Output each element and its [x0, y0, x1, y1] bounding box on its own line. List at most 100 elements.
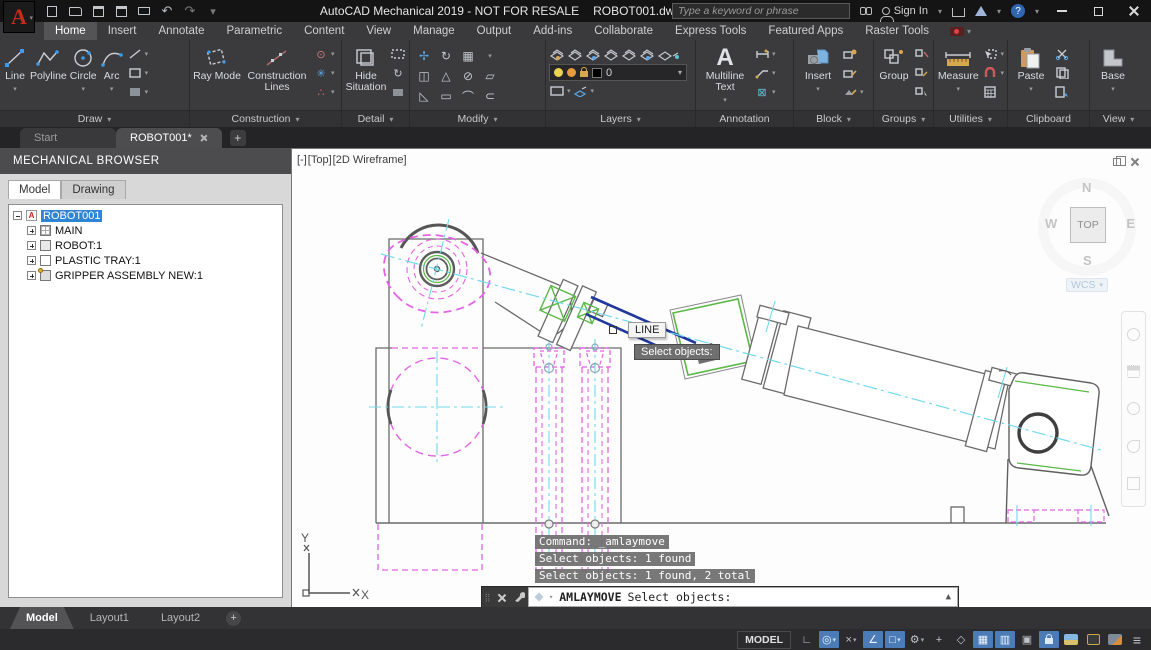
arm-centerline[interactable]: [380, 253, 1102, 451]
symbol-icon[interactable]: ⊠: [754, 85, 770, 100]
layer-stack-icons[interactable]: [549, 45, 681, 61]
circle-button[interactable]: Circle ▾: [70, 44, 97, 95]
sign-in-chevron-icon[interactable]: ▾: [938, 7, 942, 16]
expand-icon[interactable]: [27, 256, 36, 265]
isodraft-icon[interactable]: ◇: [951, 631, 971, 648]
ribbon-tab-content[interactable]: Content: [293, 22, 355, 40]
panel-label-block[interactable]: Block ▾: [794, 111, 874, 127]
ribbon-tab-parametric[interactable]: Parametric: [216, 22, 294, 40]
grid-display-icon[interactable]: ∟: [797, 631, 817, 648]
fillet-icon[interactable]: ⌒: [462, 88, 474, 105]
copy-icon[interactable]: ◫: [418, 69, 429, 83]
mirror-icon[interactable]: △: [441, 69, 450, 83]
chevron-down-icon[interactable]: ▾: [145, 50, 149, 58]
search-input[interactable]: [672, 3, 850, 19]
center-point-icon[interactable]: ⊙: [313, 47, 329, 62]
tab-robot001[interactable]: ROBOT001*: [116, 128, 222, 148]
tree-item-robot001[interactable]: A ROBOT001: [9, 208, 282, 223]
orbit-icon[interactable]: [1127, 439, 1140, 453]
ribbon-tab-view[interactable]: View: [355, 22, 402, 40]
new-drawing-tab-button[interactable]: +: [229, 130, 246, 146]
group-button[interactable]: Group: [877, 44, 911, 82]
tree-item-plastic-tray[interactable]: PLASTIC TRAY:1: [9, 253, 282, 268]
panel-label-draw[interactable]: Draw ▾: [0, 111, 190, 127]
rectangle-tool-icon[interactable]: [127, 66, 143, 81]
annotation-monitor-icon[interactable]: ▣: [1017, 631, 1037, 648]
object-snap-icon[interactable]: □ ▾: [885, 631, 905, 648]
chevron-down-icon[interactable]: ▾: [145, 69, 149, 77]
snap-mode-icon[interactable]: ◎ ▾: [819, 631, 839, 648]
tree-item-main[interactable]: MAIN: [9, 223, 282, 238]
construction-star-icon[interactable]: ✳: [313, 66, 329, 81]
tab-start[interactable]: Start: [20, 128, 116, 148]
showmotion-icon[interactable]: [1127, 476, 1140, 490]
lock-ui-icon[interactable]: [1039, 631, 1059, 648]
help-chevron-icon[interactable]: ▾: [1035, 7, 1039, 16]
chevron-down-icon[interactable]: ▾: [488, 52, 492, 60]
save-icon[interactable]: [90, 4, 106, 18]
panel-label-groups[interactable]: Groups ▾: [874, 111, 934, 127]
command-input-field[interactable]: ▾ AMLAYMOVE Select objects: ▲: [528, 587, 958, 607]
base-button[interactable]: Base ▾: [1093, 44, 1133, 95]
graphics-performance-icon[interactable]: [1083, 631, 1103, 648]
layer-move-icon[interactable]: [573, 84, 589, 99]
expand-icon[interactable]: [27, 226, 36, 235]
box-icon[interactable]: ▱: [485, 69, 494, 83]
panel-label-annotation[interactable]: Annotation: [696, 111, 794, 127]
ucs-icon[interactable]: Y X: [301, 531, 369, 602]
open-folder-icon[interactable]: [67, 4, 83, 18]
calculator-icon[interactable]: [982, 85, 998, 100]
hatch-tool-icon[interactable]: [127, 85, 143, 100]
search-icon[interactable]: [859, 7, 872, 15]
viewport-close-button[interactable]: [1130, 157, 1139, 166]
layer-unlock-icon[interactable]: [580, 67, 588, 77]
section-icon[interactable]: [390, 85, 406, 100]
trim-icon[interactable]: ⊘: [463, 69, 473, 83]
offset-icon[interactable]: ▭: [440, 89, 451, 103]
tree-item-gripper-assembly[interactable]: GRIPPER ASSEMBLY NEW:1: [9, 268, 282, 283]
ribbon-tab-featured-apps[interactable]: Featured Apps: [757, 22, 854, 40]
multiline-text-button[interactable]: A Multiline Text ▾: [699, 44, 751, 106]
measure-button[interactable]: Measure ▾: [937, 44, 979, 95]
paste-button[interactable]: Paste ▾: [1011, 44, 1051, 95]
expand-icon[interactable]: [27, 241, 36, 250]
block-attributes-icon[interactable]: [842, 85, 858, 100]
browser-header[interactable]: MECHANICAL BROWSER: [0, 148, 291, 174]
tab-layout2[interactable]: Layout2: [145, 607, 216, 629]
ribbon-tab-annotate[interactable]: Annotate: [147, 22, 215, 40]
dynamic-input-icon[interactable]: +: [929, 631, 949, 648]
layer-dropdown[interactable]: 0 ▾: [549, 64, 687, 81]
command-line-dock[interactable]: ⣿ ▾ AMLAYMOVE Select objects: ▲: [481, 586, 959, 608]
panel-label-construction[interactable]: Construction ▾: [190, 111, 342, 127]
dock-grip-handle[interactable]: ⣿: [482, 587, 492, 607]
panel-label-view[interactable]: View ▾: [1090, 111, 1147, 127]
ribbon-tab-collaborate[interactable]: Collaborate: [583, 22, 664, 40]
layer-on-bulb-icon[interactable]: [554, 68, 563, 77]
magnet-icon[interactable]: [982, 66, 998, 81]
full-navigation-wheel-icon[interactable]: [1127, 328, 1140, 342]
model-space-toggle[interactable]: MODEL: [737, 630, 791, 649]
arm-link[interactable]: [480, 252, 610, 352]
layer-freeze-sun-icon[interactable]: [567, 68, 576, 77]
ribbon-tab-raster-tools[interactable]: Raster Tools: [854, 22, 940, 40]
panel-label-utilities[interactable]: Utilities ▾: [934, 111, 1008, 127]
application-menu-button[interactable]: A ▾: [3, 1, 35, 33]
undo-icon[interactable]: ↶: [159, 3, 175, 18]
sign-in-button[interactable]: Sign In: [879, 5, 928, 22]
annotation-scale-icon[interactable]: ▥: [995, 631, 1015, 648]
viewcube-top-face[interactable]: TOP: [1070, 207, 1106, 243]
erase-construction-icon[interactable]: ∴: [313, 85, 329, 100]
close-button[interactable]: [1121, 2, 1147, 20]
command-tools-button[interactable]: [510, 587, 528, 607]
autodesk-app-icon[interactable]: [974, 6, 987, 16]
visual-style-control[interactable]: [2D Wireframe]: [333, 154, 407, 166]
copy-clip-icon[interactable]: [1054, 66, 1070, 81]
tab-layout1[interactable]: Layout1: [74, 607, 145, 629]
isolate-objects-icon[interactable]: [1061, 631, 1081, 648]
ribbon-tab-manage[interactable]: Manage: [402, 22, 466, 40]
select-icon[interactable]: [982, 47, 998, 62]
ribbon-display-toggle[interactable]: ▾: [949, 22, 971, 40]
browser-tab-model[interactable]: Model: [8, 180, 62, 199]
expand-history-icon[interactable]: ▲: [946, 592, 951, 602]
viewcube-east[interactable]: E: [1126, 216, 1135, 231]
